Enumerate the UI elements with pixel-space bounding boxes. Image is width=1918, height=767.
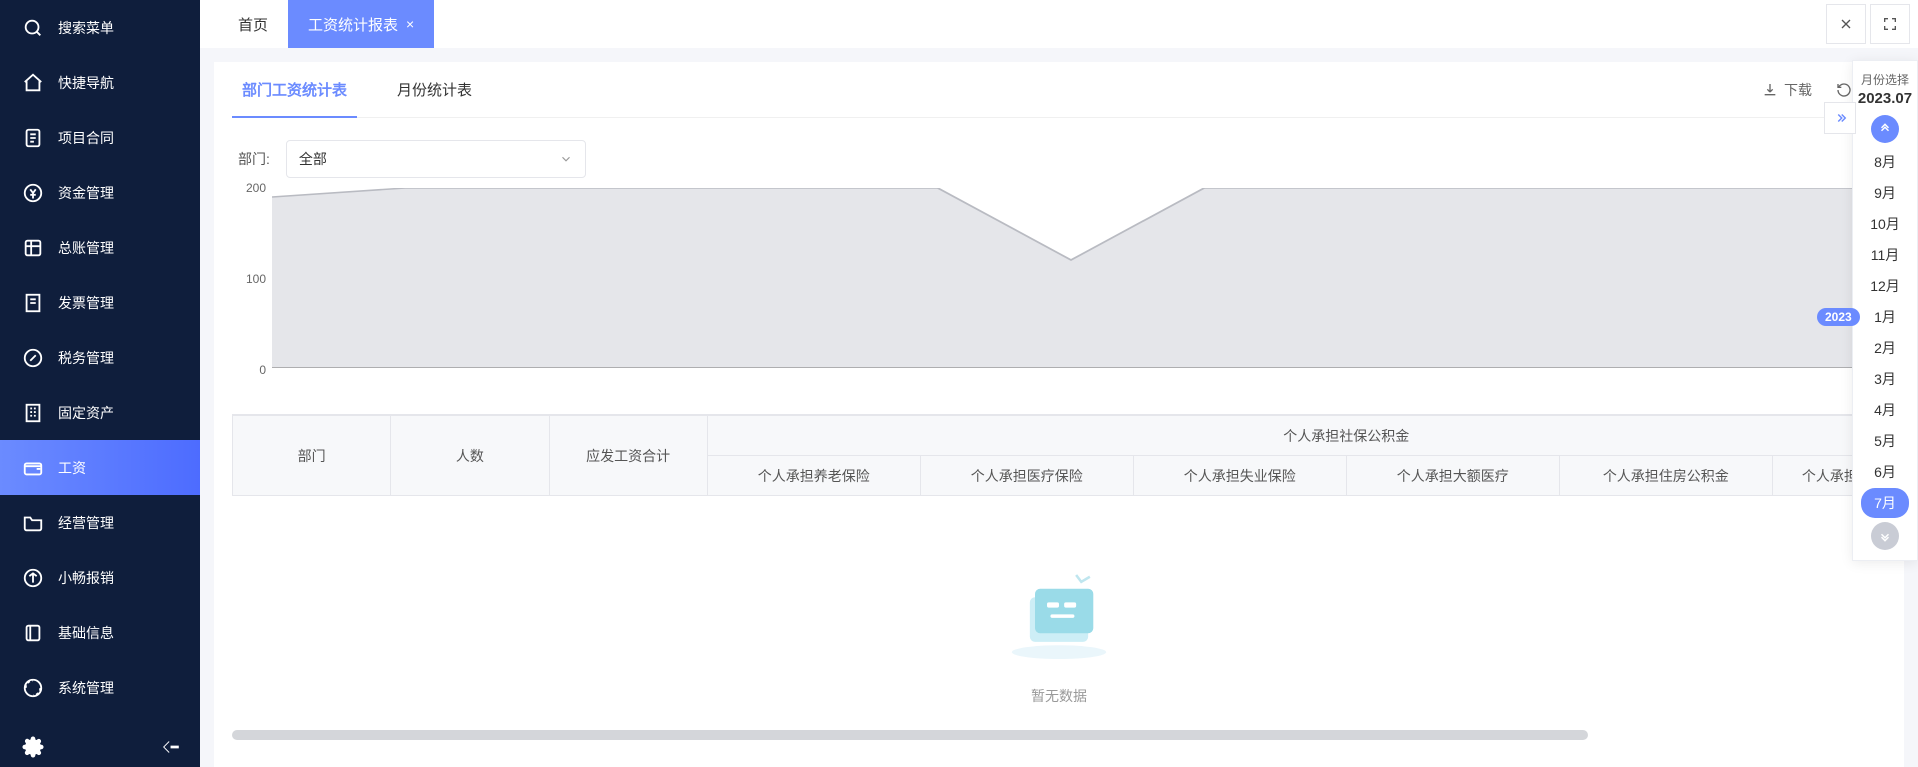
month-option-1月[interactable]: 1月2023 <box>1861 302 1909 332</box>
download-label: 下载 <box>1784 80 1812 100</box>
sidebar-item-0[interactable]: 搜索菜单 <box>0 0 200 55</box>
chevron-down-icon <box>559 152 573 166</box>
tab-0[interactable]: 首页 <box>218 0 288 48</box>
sidebar-label: 发票管理 <box>58 293 114 313</box>
empty-state: 暂无数据 <box>232 496 1886 726</box>
salary-table[interactable]: 部门人数应发工资合计个人承担社保公积金公司承担个人承担养老保险个人承担医疗保险个… <box>232 414 1886 726</box>
col-header: 个人承担养老保险 <box>707 456 920 496</box>
sub-tabs: 部门工资统计表月份统计表 下载 刷新 <box>232 62 1886 118</box>
month-panel-collapse[interactable] <box>1824 102 1856 134</box>
sidebar-item-8[interactable]: 工资 <box>0 440 200 495</box>
sidebar-item-9[interactable]: 经营管理 <box>0 495 200 550</box>
sidebar-item-1[interactable]: 快捷导航 <box>0 55 200 110</box>
y-tick: 100 <box>246 272 266 286</box>
month-option-9月[interactable]: 9月 <box>1861 178 1909 208</box>
month-option-6月[interactable]: 6月 <box>1861 457 1909 487</box>
book-icon <box>22 622 44 644</box>
sidebar-label: 工资 <box>58 458 86 478</box>
folder-icon <box>22 512 44 534</box>
dept-filter-value: 全部 <box>299 149 327 169</box>
sidebar-label: 系统管理 <box>58 678 114 698</box>
sidebar-label: 固定资产 <box>58 403 114 423</box>
month-panel-selected: 2023.07 <box>1857 90 1913 107</box>
close-tab-button[interactable] <box>1826 4 1866 44</box>
sidebar-label: 总账管理 <box>58 238 114 258</box>
doc-icon <box>22 127 44 149</box>
receipt-icon <box>22 292 44 314</box>
sidebar-label: 项目合同 <box>58 128 114 148</box>
sidebar-label: 快捷导航 <box>58 73 114 93</box>
month-option-12月[interactable]: 12月 <box>1861 271 1909 301</box>
sidebar-label: 基础信息 <box>58 623 114 643</box>
col-header: 应发工资合计 <box>549 416 707 496</box>
dept-filter-label: 部门: <box>238 149 270 169</box>
wallet-icon <box>22 457 44 479</box>
salary-area-chart: 0100200 <box>272 188 1876 398</box>
col-header: 人数 <box>391 416 549 496</box>
sidebar-label: 搜索菜单 <box>58 18 114 38</box>
month-option-8月[interactable]: 8月 <box>1861 147 1909 177</box>
main: 首页 工资统计报表 × 部门工资统计表月份统计表 下载 <box>200 0 1918 767</box>
sidebar-item-2[interactable]: 项目合同 <box>0 110 200 165</box>
tabbar: 首页 工资统计报表 × <box>200 0 1918 48</box>
sidebar-label: 资金管理 <box>58 183 114 203</box>
sidebar-item-5[interactable]: 发票管理 <box>0 275 200 330</box>
y-tick: 0 <box>259 363 266 377</box>
sidebar-item-12[interactable]: 系统管理 <box>0 660 200 715</box>
money-icon <box>22 182 44 204</box>
empty-text: 暂无数据 <box>1031 686 1087 706</box>
system-icon <box>22 677 44 699</box>
download-button[interactable]: 下载 <box>1762 80 1812 100</box>
month-option-5月[interactable]: 5月 <box>1861 426 1909 456</box>
panel: 部门工资统计表月份统计表 下载 刷新 部门: <box>214 62 1904 767</box>
tax-icon <box>22 347 44 369</box>
col-group-header: 个人承担社保公积金 <box>707 416 1886 456</box>
month-option-2月[interactable]: 2月 <box>1861 333 1909 363</box>
sidebar-item-3[interactable]: 资金管理 <box>0 165 200 220</box>
month-selector: 月份选择 2023.07 8月9月10月11月12月1月20232月3月4月5月… <box>1852 60 1918 561</box>
close-icon[interactable]: × <box>406 16 414 32</box>
col-header: 个人承担医疗保险 <box>920 456 1133 496</box>
col-header: 个人承担住房公积金 <box>1559 456 1772 496</box>
month-scroll-down[interactable] <box>1871 522 1899 550</box>
tab-1[interactable]: 工资统计报表 × <box>288 0 434 48</box>
month-panel-title: 月份选择 <box>1857 71 1913 88</box>
dept-filter-select[interactable]: 全部 <box>286 140 586 178</box>
sidebar-collapse-icon[interactable] <box>160 736 182 758</box>
sidebar: 搜索菜单快捷导航项目合同资金管理总账管理发票管理税务管理固定资产工资经营管理小畅… <box>0 0 200 767</box>
horizontal-scrollbar[interactable] <box>232 730 1886 740</box>
tab-label: 工资统计报表 <box>308 14 398 35</box>
month-option-11月[interactable]: 11月 <box>1861 240 1909 270</box>
month-option-10月[interactable]: 10月 <box>1861 209 1909 239</box>
building-icon <box>22 402 44 424</box>
ledger-icon <box>22 237 44 259</box>
year-badge: 2023 <box>1817 308 1860 326</box>
empty-icon <box>999 556 1119 666</box>
y-tick: 200 <box>246 181 266 195</box>
settings-gear-icon[interactable] <box>22 736 44 758</box>
sidebar-item-10[interactable]: 小畅报销 <box>0 550 200 605</box>
month-option-4月[interactable]: 4月 <box>1861 395 1909 425</box>
fullscreen-button[interactable] <box>1870 4 1910 44</box>
sidebar-label: 小畅报销 <box>58 568 114 588</box>
subtab-1[interactable]: 月份统计表 <box>387 62 482 118</box>
month-option-7月[interactable]: 7月 <box>1861 488 1909 518</box>
month-scroll-up[interactable] <box>1871 115 1899 143</box>
col-header: 部门 <box>233 416 391 496</box>
sidebar-item-4[interactable]: 总账管理 <box>0 220 200 275</box>
tab-label: 首页 <box>238 14 268 35</box>
sidebar-item-6[interactable]: 税务管理 <box>0 330 200 385</box>
sidebar-label: 经营管理 <box>58 513 114 533</box>
sidebar-item-7[interactable]: 固定资产 <box>0 385 200 440</box>
col-header: 个人承担大额医疗 <box>1346 456 1559 496</box>
home-icon <box>22 72 44 94</box>
col-header: 个人承担失业保险 <box>1133 456 1346 496</box>
expense-icon <box>22 567 44 589</box>
month-option-3月[interactable]: 3月 <box>1861 364 1909 394</box>
sidebar-item-11[interactable]: 基础信息 <box>0 605 200 660</box>
search-icon <box>22 17 44 39</box>
subtab-0[interactable]: 部门工资统计表 <box>232 62 357 118</box>
sidebar-label: 税务管理 <box>58 348 114 368</box>
